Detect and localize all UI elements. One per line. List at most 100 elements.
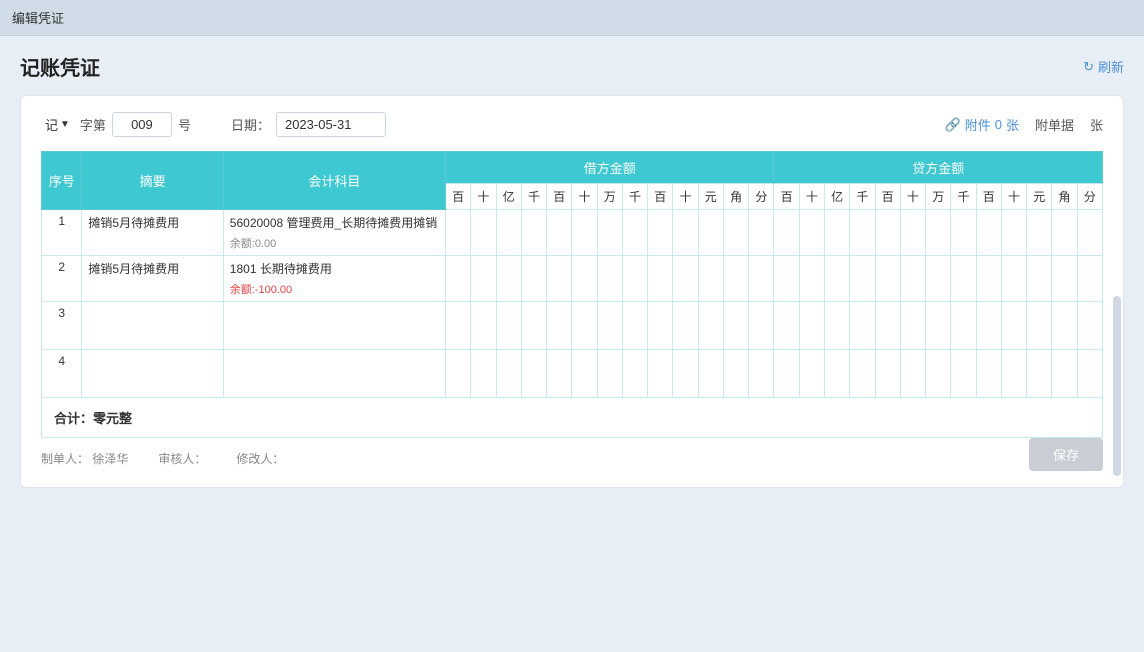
row1-credit-2[interactable] [799,210,824,256]
row2-debit-4[interactable] [521,256,546,302]
row-summary-1[interactable]: 摊销5月待摊费用 [82,210,223,256]
title-bar: 编辑凭证 [0,0,1144,36]
row-summary-2[interactable]: 摊销5月待摊费用 [82,256,223,302]
row1-debit-13[interactable] [749,210,774,256]
row1-debit-5[interactable] [547,210,572,256]
row2-debit-13[interactable] [749,256,774,302]
row2-credit-10[interactable] [1001,256,1026,302]
row-account-3[interactable] [223,302,445,350]
row1-credit-5[interactable] [875,210,900,256]
row2-credit-7[interactable] [926,256,951,302]
row1-credit-12[interactable] [1052,210,1077,256]
row2-credit-9[interactable] [976,256,1001,302]
row1-credit-1[interactable] [774,210,799,256]
row1-debit-4[interactable] [521,210,546,256]
credit-digit-9: 百 [976,184,1001,210]
row2-debit-5[interactable] [547,256,572,302]
table-header-row: 序号 摘要 会计科目 借方金额 贷方金额 [42,152,1103,184]
col-header-summary: 摘要 [82,152,223,210]
row2-credit-6[interactable] [900,256,925,302]
row2-debit-6[interactable] [572,256,597,302]
row1-credit-7[interactable] [926,210,951,256]
row1-debit-7[interactable] [597,210,622,256]
row2-credit-11[interactable] [1027,256,1052,302]
main-content: 记账凭证 ↻ 刷新 记 ▼ 字第 号 日期： [0,36,1144,652]
reviewer-label: 审核人： [158,452,206,466]
refresh-button[interactable]: ↻ 刷新 [1083,57,1124,76]
attachment-unit: 张 [1006,115,1019,134]
row2-credit-2[interactable] [799,256,824,302]
row1-credit-3[interactable] [825,210,850,256]
credit-digit-8: 千 [951,184,976,210]
debit-digit-5: 百 [547,184,572,210]
row2-credit-13[interactable] [1077,256,1102,302]
debit-digit-8: 千 [622,184,647,210]
row-summary-4[interactable] [82,350,223,398]
debit-digit-10: 十 [673,184,698,210]
modifier-field: 修改人： [236,450,284,467]
row1-credit-10[interactable] [1001,210,1026,256]
row2-credit-5[interactable] [875,256,900,302]
credit-digit-13: 分 [1077,184,1102,210]
voucher-card: 记 ▼ 字第 号 日期： 🔗 附件 0 张 附单据 张 [20,95,1124,488]
debit-digit-2: 十 [471,184,496,210]
save-button[interactable]: 保存 [1029,438,1103,471]
row1-debit-2[interactable] [471,210,496,256]
credit-digit-3: 亿 [825,184,850,210]
credit-digit-7: 万 [926,184,951,210]
footer: 制单人： 徐泽华 审核人： 修改人： [41,438,1103,467]
row2-debit-9[interactable] [648,256,673,302]
row-account-2[interactable]: 1801 长期待摊费用 余额:-100.00 [223,256,445,302]
page-header: 记账凭证 ↻ 刷新 [20,52,1124,81]
row-account-1[interactable]: 56020008 管理费用_长期待摊费用摊销 余额:0.00 [223,210,445,256]
date-input[interactable] [276,112,386,137]
row-seq-1: 1 [42,210,82,256]
row1-credit-11[interactable] [1027,210,1052,256]
row1-credit-6[interactable] [900,210,925,256]
row1-debit-9[interactable] [648,210,673,256]
voucher-table: 序号 摘要 会计科目 借方金额 贷方金额 百 十 亿 千 百 十 万 千 百 十 [41,151,1103,438]
debit-digit-3: 亿 [496,184,521,210]
row1-debit-3[interactable] [496,210,521,256]
row2-debit-10[interactable] [673,256,698,302]
row2-debit-8[interactable] [622,256,647,302]
voucher-number-input[interactable] [112,112,172,137]
col-header-credit: 贷方金额 [774,152,1103,184]
type-value: 记 [45,115,58,134]
row2-credit-8[interactable] [951,256,976,302]
total-row: 合计：零元整 [42,398,1103,438]
row1-debit-1[interactable] [446,210,471,256]
row2-debit-11[interactable] [698,256,723,302]
row1-credit-9[interactable] [976,210,1001,256]
row1-credit-8[interactable] [951,210,976,256]
table-row: 3 [42,302,1103,350]
row1-credit-4[interactable] [850,210,875,256]
row2-credit-1[interactable] [774,256,799,302]
table-row: 1 摊销5月待摊费用 56020008 管理费用_长期待摊费用摊销 余额:0.0… [42,210,1103,256]
col-header-account: 会计科目 [223,152,445,210]
row2-debit-3[interactable] [496,256,521,302]
attachment-link[interactable]: 🔗 附件 0 张 [945,115,1019,134]
row1-credit-13[interactable] [1077,210,1102,256]
number-suffix: 号 [178,115,191,134]
row-summary-3[interactable] [82,302,223,350]
row2-credit-3[interactable] [825,256,850,302]
row1-debit-10[interactable] [673,210,698,256]
scrollbar[interactable] [1113,296,1121,476]
row-seq-4: 4 [42,350,82,398]
row2-debit-12[interactable] [723,256,748,302]
row2-debit-2[interactable] [471,256,496,302]
creator-name: 徐泽华 [92,452,128,466]
row1-debit-6[interactable] [572,210,597,256]
refresh-label: 刷新 [1098,57,1124,76]
row-account-4[interactable] [223,350,445,398]
row1-debit-12[interactable] [723,210,748,256]
row1-debit-8[interactable] [622,210,647,256]
type-dropdown[interactable]: 记 ▼ [41,113,74,136]
row2-credit-12[interactable] [1052,256,1077,302]
row2-credit-4[interactable] [850,256,875,302]
row2-debit-7[interactable] [597,256,622,302]
row1-debit-11[interactable] [698,210,723,256]
chevron-down-icon: ▼ [60,119,70,130]
row2-debit-1[interactable] [446,256,471,302]
